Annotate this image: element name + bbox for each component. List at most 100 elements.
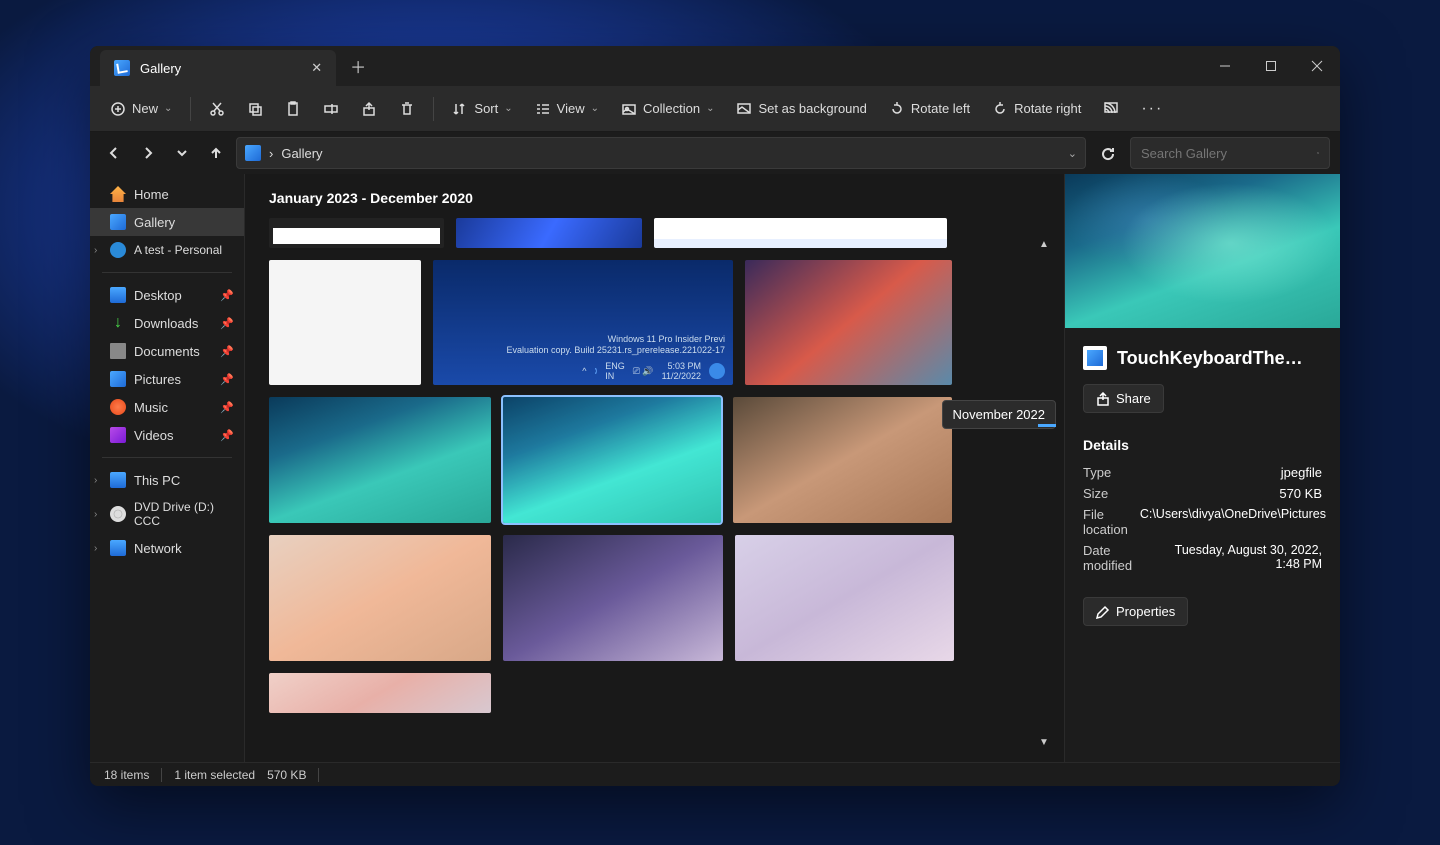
recent-button[interactable] [168, 139, 196, 167]
sidebar-item-pictures[interactable]: Pictures📌 [90, 365, 244, 393]
forward-button[interactable] [134, 139, 162, 167]
status-item-count: 18 items [104, 768, 149, 782]
pin-icon[interactable]: 📌 [220, 373, 234, 386]
pin-icon[interactable]: 📌 [220, 317, 234, 330]
minimize-button[interactable] [1202, 46, 1248, 86]
up-button[interactable] [202, 139, 230, 167]
cut-button[interactable] [199, 95, 235, 123]
modified-label: Date modified [1083, 543, 1149, 573]
cloud-icon [110, 242, 126, 258]
cast-button[interactable] [1093, 95, 1129, 123]
properties-button[interactable]: Properties [1083, 597, 1188, 626]
thumbnail[interactable]: Windows 11 Pro Insider PreviEvaluation c… [433, 260, 733, 385]
home-icon [110, 186, 126, 202]
thumbnail[interactable] [269, 218, 444, 248]
thumbnail[interactable] [735, 535, 954, 661]
search-input[interactable] [1141, 146, 1317, 161]
details-heading: Details [1083, 437, 1322, 453]
sidebar-item-home[interactable]: Home [90, 180, 244, 208]
set-background-button[interactable]: Set as background [726, 95, 876, 123]
maximize-button[interactable] [1248, 46, 1294, 86]
music-icon [110, 399, 126, 415]
new-button[interactable]: New⌄ [100, 95, 182, 123]
gallery-tab-icon [114, 60, 130, 76]
thumbnail[interactable] [269, 535, 491, 661]
search-icon [1317, 146, 1319, 160]
thumbnail[interactable] [503, 535, 723, 661]
rotate-right-button[interactable]: Rotate right [982, 95, 1091, 123]
type-label: Type [1083, 465, 1111, 480]
size-label: Size [1083, 486, 1108, 501]
thumbnail[interactable] [269, 673, 491, 713]
chevron-right-icon[interactable]: › [94, 509, 97, 520]
share-toolbar-button[interactable] [351, 95, 387, 123]
location-label: File location [1083, 507, 1128, 537]
thumbnail[interactable] [733, 397, 952, 523]
tab-gallery[interactable]: Gallery ✕ [100, 50, 336, 86]
sidebar-item-onedrive[interactable]: ›A test - Personal [90, 236, 244, 264]
sidebar-item-downloads[interactable]: ↓Downloads📌 [90, 309, 244, 337]
rename-button[interactable] [313, 95, 349, 123]
breadcrumb[interactable]: › Gallery ⌄ [236, 137, 1086, 169]
pin-icon[interactable]: 📌 [220, 345, 234, 358]
share-button[interactable]: Share [1083, 384, 1164, 413]
breadcrumb-dropdown-icon[interactable]: ⌄ [1068, 147, 1077, 160]
thumbnail[interactable] [745, 260, 952, 385]
file-name: TouchKeyboardThe… [1117, 348, 1303, 369]
sidebar-item-documents[interactable]: Documents📌 [90, 337, 244, 365]
close-window-button[interactable] [1294, 46, 1340, 86]
view-button[interactable]: View⌄ [525, 95, 609, 123]
chevron-right-icon[interactable]: › [94, 475, 97, 486]
network-icon [110, 540, 126, 556]
sidebar-item-videos[interactable]: Videos📌 [90, 421, 244, 449]
pin-icon[interactable]: 📌 [220, 429, 234, 442]
sidebar-item-dvd[interactable]: ›DVD Drive (D:) CCC [90, 494, 244, 534]
file-explorer-window: Gallery ✕ ＋ New⌄ Sort⌄ View⌄ Collection⌄… [90, 46, 1340, 786]
chevron-right-icon[interactable]: › [94, 245, 97, 256]
thumbnail-selected[interactable] [503, 397, 721, 523]
sort-button[interactable]: Sort⌄ [442, 95, 522, 123]
navigation-sidebar: Home Gallery ›A test - Personal Desktop📌… [90, 174, 245, 762]
tab-bar: Gallery ✕ ＋ [90, 46, 1340, 86]
timeline-down-icon[interactable]: ▼ [1034, 732, 1054, 752]
sidebar-item-music[interactable]: Music📌 [90, 393, 244, 421]
sidebar-item-network[interactable]: ›Network [90, 534, 244, 562]
details-pane: TouchKeyboardThe… Share Details Type jpeg… [1064, 174, 1340, 762]
chevron-right-icon[interactable]: › [94, 543, 97, 554]
pin-icon[interactable]: 📌 [220, 289, 234, 302]
rotate-left-button[interactable]: Rotate left [879, 95, 980, 123]
toolbar: New⌄ Sort⌄ View⌄ Collection⌄ Set as back… [90, 86, 1340, 132]
sidebar-item-desktop[interactable]: Desktop📌 [90, 281, 244, 309]
main-content: January 2023 - December 2020 Windows 11 … [245, 174, 1340, 762]
download-icon: ↓ [110, 315, 126, 331]
copy-button[interactable] [237, 95, 273, 123]
thumbnail[interactable] [456, 218, 642, 248]
new-tab-button[interactable]: ＋ [340, 48, 376, 84]
gallery-view[interactable]: January 2023 - December 2020 Windows 11 … [245, 174, 1024, 762]
type-value: jpegfile [1281, 465, 1322, 480]
search-box[interactable] [1130, 137, 1330, 169]
close-tab-icon[interactable]: ✕ [311, 60, 322, 76]
status-size: 570 KB [267, 768, 306, 782]
pc-icon [110, 472, 126, 488]
paste-button[interactable] [275, 95, 311, 123]
thumbnail[interactable] [269, 260, 421, 385]
timeline-scrubber[interactable]: ▲ November 2022 ▼ [1024, 174, 1064, 762]
refresh-button[interactable] [1092, 137, 1124, 169]
back-button[interactable] [100, 139, 128, 167]
modified-value: Tuesday, August 30, 2022, 1:48 PM [1161, 543, 1322, 573]
gallery-icon [245, 145, 261, 161]
pin-icon[interactable]: 📌 [220, 401, 234, 414]
desktop-icon [110, 287, 126, 303]
sidebar-item-gallery[interactable]: Gallery [90, 208, 244, 236]
delete-button[interactable] [389, 95, 425, 123]
timeline-marker[interactable] [1038, 424, 1056, 427]
collection-button[interactable]: Collection⌄ [611, 95, 724, 123]
sidebar-item-thispc[interactable]: ›This PC [90, 466, 244, 494]
thumbnail[interactable] [269, 397, 491, 523]
thumbnail[interactable] [654, 218, 947, 248]
more-button[interactable]: ··· [1131, 94, 1173, 124]
timeline-up-icon[interactable]: ▲ [1034, 234, 1054, 254]
preview-image [1065, 174, 1340, 328]
dvd-icon [110, 506, 126, 522]
